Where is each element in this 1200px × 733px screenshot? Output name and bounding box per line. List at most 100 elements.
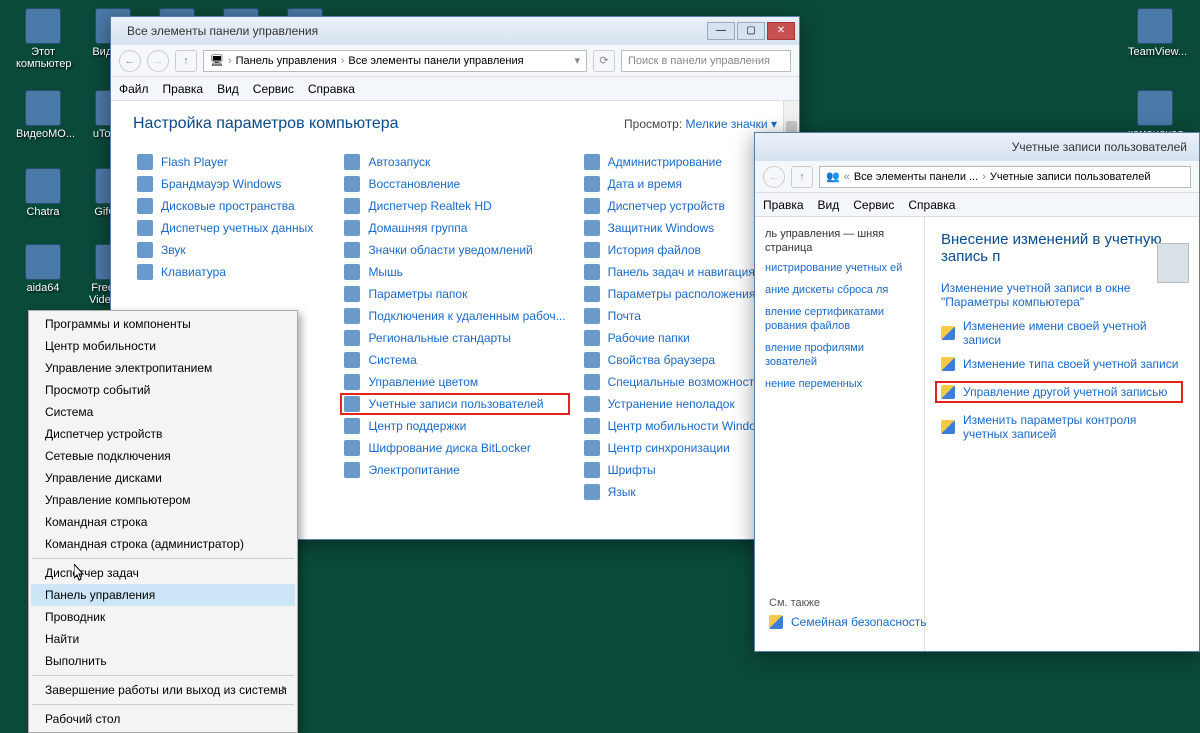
menu-item[interactable]: Управление компьютером	[31, 489, 295, 511]
titlebar[interactable]: Все элементы панели управления — ▢ ✕	[111, 17, 799, 45]
cp-item[interactable]: Дата и время	[580, 173, 777, 195]
cp-item[interactable]: История файлов	[580, 239, 777, 261]
cp-item[interactable]: Учетные записи пользователей	[340, 393, 569, 415]
forward-button[interactable]: →	[147, 50, 169, 72]
sidebar-link[interactable]: нистрирование учетных ей	[765, 261, 914, 275]
back-button[interactable]: ←	[119, 50, 141, 72]
menu-item[interactable]: Завершение работы или выход из системы	[31, 679, 295, 701]
cp-item[interactable]: Язык	[580, 481, 777, 503]
close-button[interactable]: ✕	[767, 22, 795, 40]
sidebar-link[interactable]: ание дискеты сброса ля	[765, 283, 914, 297]
cp-item[interactable]: Домашняя группа	[340, 217, 569, 239]
menu-Справка[interactable]: Справка	[308, 82, 355, 96]
ua-link[interactable]: Управление другой учетной записью	[935, 381, 1183, 403]
menu-item[interactable]: Выполнить	[31, 650, 295, 672]
menu-Вид[interactable]: Вид	[818, 198, 840, 212]
ua-link[interactable]: Изменение учетной записи в окне "Парамет…	[941, 281, 1183, 309]
cp-item[interactable]: Подключения к удаленным рабоч...	[340, 305, 569, 327]
menu-item[interactable]: Командная строка	[31, 511, 295, 533]
cp-item[interactable]: Значки области уведомлений	[340, 239, 569, 261]
menu-item[interactable]: Рабочий стол	[31, 708, 295, 730]
item-icon	[137, 264, 153, 280]
minimize-button[interactable]: —	[707, 22, 735, 40]
cp-item[interactable]: Звук	[133, 239, 330, 261]
cp-item[interactable]: Специальные возможности	[580, 371, 777, 393]
menu-item[interactable]: Командная строка (администратор)	[31, 533, 295, 555]
desktop-icon-chatra[interactable]: Chatra	[16, 168, 70, 218]
address-bar[interactable]: 👥 « Все элементы панели ... › Учетные за…	[819, 166, 1191, 188]
cp-item[interactable]: Шрифты	[580, 459, 777, 481]
family-safety-link[interactable]: Семейная безопасность	[769, 615, 927, 629]
cp-item[interactable]: Клавиатура	[133, 261, 330, 283]
cp-item[interactable]: Устранение неполадок	[580, 393, 777, 415]
desktop-icon-teamviewer[interactable]: TeamView...	[1128, 8, 1182, 58]
ua-link[interactable]: Изменить параметры контроля учетных запи…	[941, 413, 1183, 441]
menu-Файл[interactable]: Файл	[119, 82, 149, 96]
cp-item[interactable]: Центр мобильности Windows	[580, 415, 777, 437]
menu-Правка[interactable]: Правка	[163, 82, 204, 96]
sidebar-link[interactable]: вление сертификатами рования файлов	[765, 305, 914, 333]
menu-item[interactable]: Проводник	[31, 606, 295, 628]
cp-item[interactable]: Мышь	[340, 261, 569, 283]
cp-item[interactable]: Дисковые пространства	[133, 195, 330, 217]
maximize-button[interactable]: ▢	[737, 22, 765, 40]
cp-item[interactable]: Шифрование диска BitLocker	[340, 437, 569, 459]
menu-item[interactable]: Программы и компоненты	[31, 313, 295, 335]
item-icon	[344, 154, 360, 170]
cp-item[interactable]: Восстановление	[340, 173, 569, 195]
ua-link[interactable]: Изменение типа своей учетной записи	[941, 357, 1183, 371]
cp-item[interactable]: Администрирование	[580, 151, 777, 173]
cp-item[interactable]: Свойства браузера	[580, 349, 777, 371]
cp-item[interactable]: Автозапуск	[340, 151, 569, 173]
cp-item[interactable]: Почта	[580, 305, 777, 327]
sidebar-link[interactable]: вление профилями зователей	[765, 341, 914, 369]
menu-item[interactable]: Центр мобильности	[31, 335, 295, 357]
menu-item[interactable]: Управление дисками	[31, 467, 295, 489]
back-button[interactable]: ←	[763, 166, 785, 188]
menu-item[interactable]: Диспетчер задач	[31, 562, 295, 584]
address-bar[interactable]: 🖥 › Панель управления › Все элементы пан…	[203, 50, 587, 72]
view-selector[interactable]: Просмотр: Мелкие значки ▾	[624, 117, 777, 131]
menu-item[interactable]: Просмотр событий	[31, 379, 295, 401]
cp-item[interactable]: Параметры папок	[340, 283, 569, 305]
cp-item[interactable]: Защитник Windows	[580, 217, 777, 239]
item-icon	[344, 396, 360, 412]
search-input[interactable]: Поиск в панели управления	[621, 50, 791, 72]
menu-Справка[interactable]: Справка	[908, 198, 955, 212]
cp-item[interactable]: Панель задач и навигация	[580, 261, 777, 283]
up-button[interactable]: ↑	[175, 50, 197, 72]
desktop-icon-videomo[interactable]: ВидеоМО...	[16, 90, 70, 140]
menu-item[interactable]: Управление электропитанием	[31, 357, 295, 379]
cp-item[interactable]: Управление цветом	[340, 371, 569, 393]
users-icon: 👥	[826, 170, 840, 183]
titlebar[interactable]: Учетные записи пользователей	[755, 133, 1199, 161]
cp-item[interactable]: Диспетчер учетных данных	[133, 217, 330, 239]
menu-item[interactable]: Найти	[31, 628, 295, 650]
cp-item[interactable]: Центр поддержки	[340, 415, 569, 437]
cp-item[interactable]: Рабочие папки	[580, 327, 777, 349]
up-button[interactable]: ↑	[791, 166, 813, 188]
ua-link[interactable]: Изменение имени своей учетной записи	[941, 319, 1183, 347]
menu-item[interactable]: Панель управления	[31, 584, 295, 606]
refresh-button[interactable]: ⟳	[593, 50, 615, 72]
cp-item[interactable]: Система	[340, 349, 569, 371]
cp-item[interactable]: Региональные стандарты	[340, 327, 569, 349]
navbar: ← ↑ 👥 « Все элементы панели ... › Учетны…	[755, 161, 1199, 193]
menu-item[interactable]: Сетевые подключения	[31, 445, 295, 467]
cp-item[interactable]: Брандмауэр Windows	[133, 173, 330, 195]
desktop-icon-this-pc[interactable]: Этот компьютер	[16, 8, 70, 70]
menu-item[interactable]: Диспетчер устройств	[31, 423, 295, 445]
cp-item[interactable]: Диспетчер Realtek HD	[340, 195, 569, 217]
menu-Сервис[interactable]: Сервис	[253, 82, 294, 96]
menu-item[interactable]: Система	[31, 401, 295, 423]
cp-item[interactable]: Параметры расположения	[580, 283, 777, 305]
cp-item[interactable]: Flash Player	[133, 151, 330, 173]
menu-Сервис[interactable]: Сервис	[853, 198, 894, 212]
cp-item[interactable]: Центр синхронизации	[580, 437, 777, 459]
desktop-icon-aida64[interactable]: aida64	[16, 244, 70, 294]
menu-Правка[interactable]: Правка	[763, 198, 804, 212]
cp-item[interactable]: Электропитание	[340, 459, 569, 481]
cp-item[interactable]: Диспетчер устройств	[580, 195, 777, 217]
menu-Вид[interactable]: Вид	[217, 82, 239, 96]
sidebar-link[interactable]: нение переменных	[765, 377, 914, 391]
